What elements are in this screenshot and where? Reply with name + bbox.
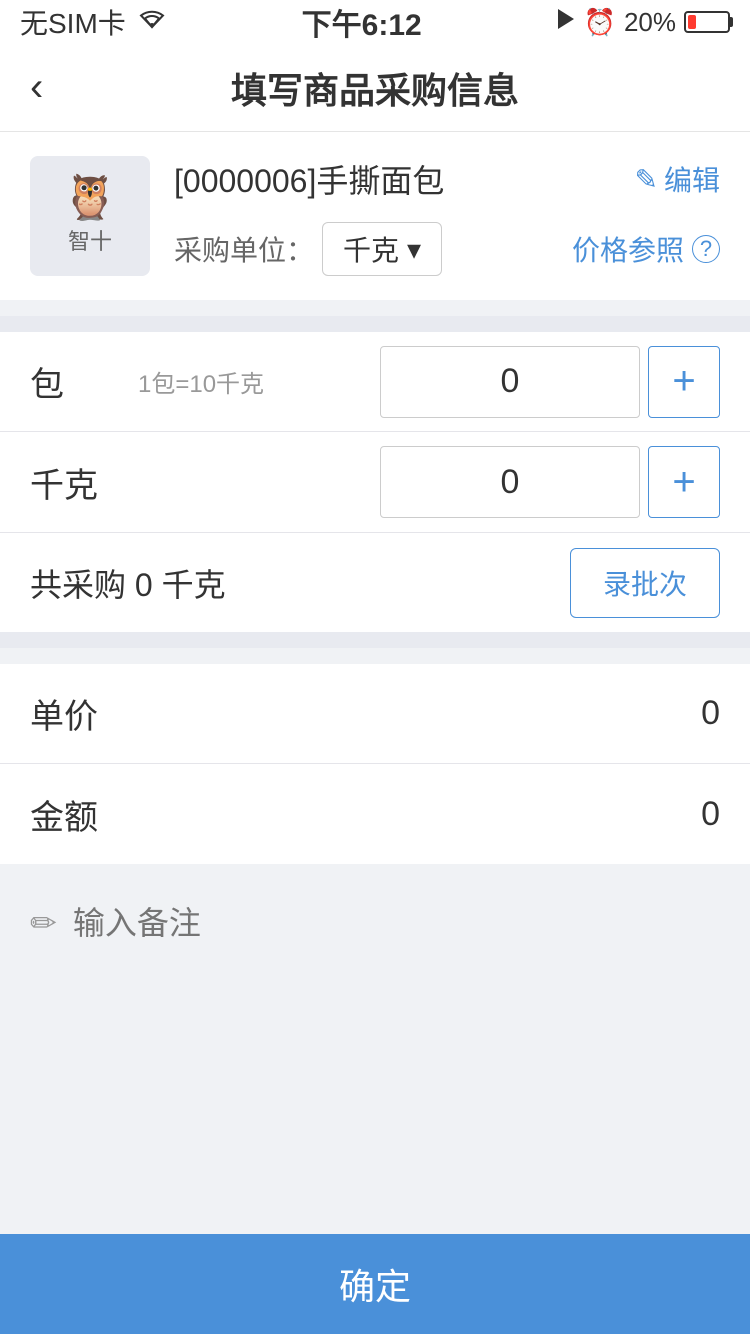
confirm-button[interactable]: 确定 xyxy=(0,1234,750,1334)
price-reference-button[interactable]: 价格参照 ? xyxy=(572,229,720,269)
amount-label: 金额 xyxy=(30,790,98,839)
purchase-unit-label: 采购单位： xyxy=(174,229,314,269)
package-input-row: 包 1包=10千克 + xyxy=(0,332,750,432)
product-thumbnail: 🦉 智十 xyxy=(30,156,150,276)
package-input-field[interactable] xyxy=(380,346,640,418)
unit-price-value: 0 xyxy=(701,694,720,733)
dropdown-arrow-icon: ▾ xyxy=(407,233,421,266)
amount-value: 0 xyxy=(701,795,720,834)
nav-bar: ‹ 填写商品采购信息 xyxy=(0,44,750,132)
notes-section: ✏ xyxy=(0,880,750,966)
product-name: [0000006]手撕面包 xyxy=(174,156,444,202)
package-sublabel: 1包=10千克 xyxy=(138,364,264,399)
battery-percent: 20% xyxy=(624,7,676,38)
kg-input-row: 千克 + xyxy=(0,432,750,532)
separator-2 xyxy=(0,632,750,648)
product-name-row: [0000006]手撕面包 ✎ 编辑 xyxy=(174,156,720,202)
unit-value: 千克 xyxy=(343,229,399,269)
alarm-icon: ⏰ xyxy=(584,7,616,38)
price-section: 单价 0 金额 0 xyxy=(0,664,750,864)
separator-1 xyxy=(0,316,750,332)
location-icon xyxy=(556,7,576,38)
kg-input-wrap: + xyxy=(130,446,720,518)
battery-indicator xyxy=(684,11,730,33)
price-ref-label: 价格参照 xyxy=(572,229,684,269)
edit-label: 编辑 xyxy=(664,159,720,199)
product-info: [0000006]手撕面包 ✎ 编辑 采购单位： 千克 ▾ 价格参照 ? xyxy=(174,156,720,276)
summary-row: 共采购 0 千克 录批次 xyxy=(0,532,750,632)
package-label: 包 xyxy=(30,357,130,406)
back-button[interactable]: ‹ xyxy=(30,65,43,110)
wifi-icon xyxy=(136,6,168,38)
summary-text: 共采购 0 千克 xyxy=(30,560,226,606)
product-unit-row: 采购单位： 千克 ▾ 价格参照 ? xyxy=(174,222,720,276)
status-left: 无SIM卡 xyxy=(20,2,168,42)
kg-input-field[interactable] xyxy=(380,446,640,518)
carrier-text: 无SIM卡 xyxy=(20,2,126,42)
edit-button[interactable]: ✎ 编辑 xyxy=(635,159,720,199)
kg-label: 千克 xyxy=(30,458,130,507)
notes-input[interactable] xyxy=(73,905,720,942)
unit-price-label: 单价 xyxy=(30,689,98,738)
product-owl-icon: 🦉 xyxy=(63,176,118,220)
page-title: 填写商品采购信息 xyxy=(231,62,519,114)
amount-row: 金额 0 xyxy=(0,764,750,864)
status-time: 下午6:12 xyxy=(302,0,422,44)
status-bar: 无SIM卡 下午6:12 ⏰ 20% xyxy=(0,0,750,44)
package-plus-button[interactable]: + xyxy=(648,346,720,418)
unit-price-row: 单价 0 xyxy=(0,664,750,764)
unit-select-dropdown[interactable]: 千克 ▾ xyxy=(322,222,442,276)
battery-fill xyxy=(688,15,696,29)
batch-button[interactable]: 录批次 xyxy=(570,548,720,618)
product-owl-label: 智十 xyxy=(68,224,112,256)
confirm-button-label: 确定 xyxy=(339,1258,411,1310)
package-input-section: 包 1包=10千克 + 千克 + xyxy=(0,332,750,532)
main-content: 🦉 智十 [0000006]手撕面包 ✎ 编辑 采购单位： 千克 ▾ xyxy=(0,132,750,1086)
kg-plus-button[interactable]: + xyxy=(648,446,720,518)
notes-edit-icon: ✏ xyxy=(30,904,57,942)
package-input-wrap: + xyxy=(264,346,720,418)
price-ref-info-icon: ? xyxy=(692,235,720,263)
status-right: ⏰ 20% xyxy=(556,7,730,38)
edit-icon: ✎ xyxy=(635,163,658,196)
product-card: 🦉 智十 [0000006]手撕面包 ✎ 编辑 采购单位： 千克 ▾ xyxy=(0,132,750,300)
